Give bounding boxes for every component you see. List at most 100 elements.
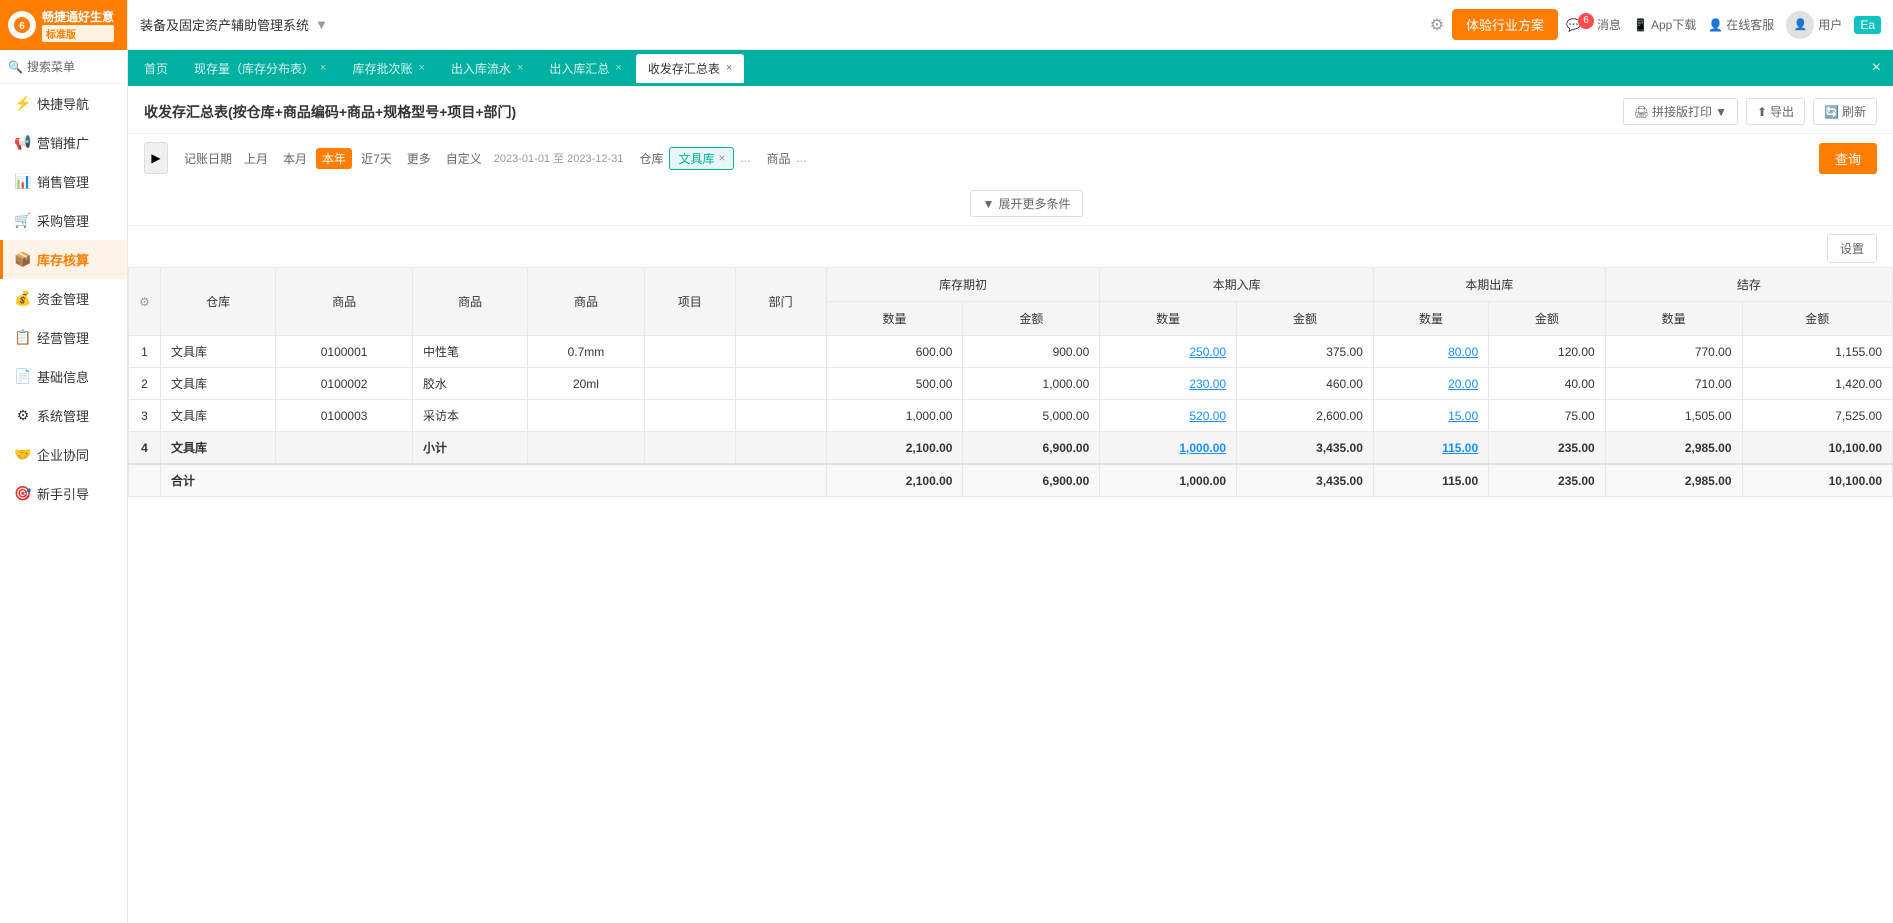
subtotal-label: 小计	[413, 432, 528, 465]
date-btn-custom[interactable]: 自定义	[440, 148, 488, 169]
ea-badge: Ea	[1854, 16, 1881, 34]
sidebar-item-enterprise[interactable]: 🤝 企业协同	[0, 435, 127, 474]
sidebar-item-guide[interactable]: 🎯 新手引导	[0, 474, 127, 513]
service-icon: 👤	[1708, 18, 1723, 32]
tab-inout-summary[interactable]: 出入库汇总 ×	[537, 54, 633, 83]
expand-conditions-btn[interactable]: ▼ 展开更多条件	[970, 190, 1084, 217]
tabbar: 首页 现存量（库存分布表） × 库存批次账 × 出入库流水 × 出入库汇总 × …	[128, 50, 1893, 86]
tab-inventory-dist[interactable]: 现存量（库存分布表） ×	[182, 54, 338, 83]
notification-btn[interactable]: 💬 6 消息	[1566, 16, 1621, 33]
row1-close-amt: 1,155.00	[1742, 336, 1892, 368]
tabbar-close-all[interactable]: ×	[1864, 55, 1889, 81]
search-menu[interactable]: 🔍 搜索菜单	[0, 50, 127, 84]
sidebar-nav: 📢 营销推广 📊 销售管理 🛒 采购管理 📦 库存核算 💰 资金管理 📋 经营管…	[0, 123, 127, 923]
row3-out-qty[interactable]: 15.00	[1373, 400, 1488, 432]
row1-project	[644, 336, 735, 368]
expand-icon: ▼	[983, 197, 995, 211]
trial-btn[interactable]: 体验行业方案	[1452, 9, 1558, 40]
subtotal-out-amt: 235.00	[1489, 432, 1606, 465]
col-goods-code-header: 商品	[276, 268, 413, 336]
tab-inout-flow[interactable]: 出入库流水 ×	[439, 54, 535, 83]
row1-out-amt: 120.00	[1489, 336, 1606, 368]
quick-nav[interactable]: ⚡ 快捷导航	[0, 84, 127, 123]
col-close-amt-header: 金额	[1742, 302, 1892, 336]
tab-close-inout-summary[interactable]: ×	[615, 62, 621, 74]
sidebar-item-finance[interactable]: 💰 资金管理	[0, 279, 127, 318]
tab-close-batch[interactable]: ×	[418, 62, 424, 74]
row3-goods-code: 0100003	[276, 400, 413, 432]
logo-text: 畅捷通好生意 标准版	[42, 8, 114, 42]
row2-open-amt: 1,000.00	[963, 368, 1100, 400]
date-btn-last-month[interactable]: 上月	[238, 148, 274, 169]
row3-dept	[735, 400, 826, 432]
finance-icon: 💰	[15, 291, 31, 307]
tab-recv-send-summary[interactable]: 收发存汇总表 ×	[636, 54, 744, 83]
tab-close-inventory-dist[interactable]: ×	[320, 62, 326, 74]
row2-out-qty[interactable]: 20.00	[1373, 368, 1488, 400]
warehouse-tag-close[interactable]: ×	[718, 151, 725, 165]
topbar-system-title: 装备及固定资产辅助管理系统 ▼	[140, 15, 1422, 34]
date-btn-this-year[interactable]: 本年	[316, 148, 352, 169]
filter-collapse-btn[interactable]: ▶	[144, 142, 168, 174]
row3-no: 3	[129, 400, 161, 432]
app-download-btn[interactable]: 📱 App下载	[1633, 16, 1696, 33]
print-btn[interactable]: 🖨 拼接版打印 ▼	[1623, 98, 1738, 125]
column-settings-icon[interactable]: ⚙	[139, 295, 150, 309]
page-title: 收发存汇总表(按仓库+商品编码+商品+规格型号+项目+部门)	[144, 102, 516, 122]
total-close-amt: 10,100.00	[1742, 464, 1892, 497]
row1-in-qty[interactable]: 250.00	[1100, 336, 1237, 368]
table-row: 1 文具库 0100001 中性笔 0.7mm 600.00 900.00 25…	[129, 336, 1893, 368]
row3-goods-name: 采访本	[413, 400, 528, 432]
date-btn-more[interactable]: 更多	[401, 148, 437, 169]
subtotal-in-amt: 3,435.00	[1237, 432, 1374, 465]
tab-close-recv-send-summary[interactable]: ×	[726, 62, 732, 74]
total-row: 合计 2,100.00 6,900.00 1,000.00 3,435.00 1…	[129, 464, 1893, 497]
tab-batch[interactable]: 库存批次账 ×	[340, 54, 436, 83]
sidebar-item-sales[interactable]: 📊 销售管理	[0, 162, 127, 201]
filter-bar: ▶ 记账日期 上月 本月 本年 近7天 更多 自定义	[128, 134, 1893, 226]
print-icon: 🖨	[1634, 105, 1649, 119]
row2-warehouse: 文具库	[161, 368, 276, 400]
inventory-icon: 📦	[15, 252, 31, 268]
row1-goods-name: 中性笔	[413, 336, 528, 368]
sidebar-item-marketing[interactable]: 📢 营销推广	[0, 123, 127, 162]
date-filter-group: 记账日期 上月 本月 本年 近7天 更多 自定义 2023-01-01 至 20…	[184, 148, 623, 169]
sidebar-item-purchase[interactable]: 🛒 采购管理	[0, 201, 127, 240]
subtotal-code	[276, 432, 413, 465]
date-btn-this-month[interactable]: 本月	[277, 148, 313, 169]
refresh-btn[interactable]: 🔄 刷新	[1813, 98, 1877, 125]
col-warehouse-header: 仓库	[161, 268, 276, 336]
row1-out-qty[interactable]: 80.00	[1373, 336, 1488, 368]
sidebar: 6 畅捷通好生意 标准版 🔍 搜索菜单 ⚡ 快捷导航 📢 营销推广 📊 销售管理…	[0, 0, 128, 923]
sidebar-item-system[interactable]: ⚙ 系统管理	[0, 396, 127, 435]
date-btn-7days[interactable]: 近7天	[355, 148, 398, 169]
sidebar-item-basic[interactable]: 📄 基础信息	[0, 357, 127, 396]
row2-close-qty: 710.00	[1605, 368, 1742, 400]
sidebar-item-operations[interactable]: 📋 经营管理	[0, 318, 127, 357]
page-content: 收发存汇总表(按仓库+商品编码+商品+规格型号+项目+部门) 🖨 拼接版打印 ▼…	[128, 86, 1893, 923]
row1-warehouse: 文具库	[161, 336, 276, 368]
subtotal-in-qty[interactable]: 1,000.00	[1100, 432, 1237, 465]
online-service-btn[interactable]: 👤 在线客服	[1708, 16, 1774, 33]
marketing-icon: 📢	[15, 135, 31, 151]
user-menu[interactable]: 👤 用户	[1786, 11, 1842, 39]
row2-in-qty[interactable]: 230.00	[1100, 368, 1237, 400]
data-table: ⚙ 仓库 商品 商品 商品 项目 部门 库存期初 本期入库 本期出库 结存	[128, 267, 1893, 497]
subtotal-out-qty[interactable]: 115.00	[1373, 432, 1488, 465]
export-icon: ⬆	[1757, 105, 1767, 119]
warehouse-more[interactable]: ...	[740, 151, 750, 165]
avatar: 👤	[1786, 11, 1814, 39]
settings-icon[interactable]: ⚙	[1430, 15, 1444, 35]
query-btn[interactable]: 查询	[1819, 143, 1877, 174]
row2-out-amt: 40.00	[1489, 368, 1606, 400]
col-settings[interactable]: ⚙	[129, 268, 161, 336]
tab-home[interactable]: 首页	[132, 54, 180, 83]
col-goods-name-header: 商品	[413, 268, 528, 336]
goods-more[interactable]: ...	[797, 151, 807, 165]
row3-in-qty[interactable]: 520.00	[1100, 400, 1237, 432]
tab-close-inout-flow[interactable]: ×	[517, 62, 523, 74]
setting-btn[interactable]: 设置	[1827, 234, 1877, 263]
warehouse-filter-group: 仓库 文具库 × ...	[639, 147, 750, 170]
sidebar-item-inventory[interactable]: 📦 库存核算	[0, 240, 127, 279]
export-btn[interactable]: ⬆ 导出	[1746, 98, 1805, 125]
